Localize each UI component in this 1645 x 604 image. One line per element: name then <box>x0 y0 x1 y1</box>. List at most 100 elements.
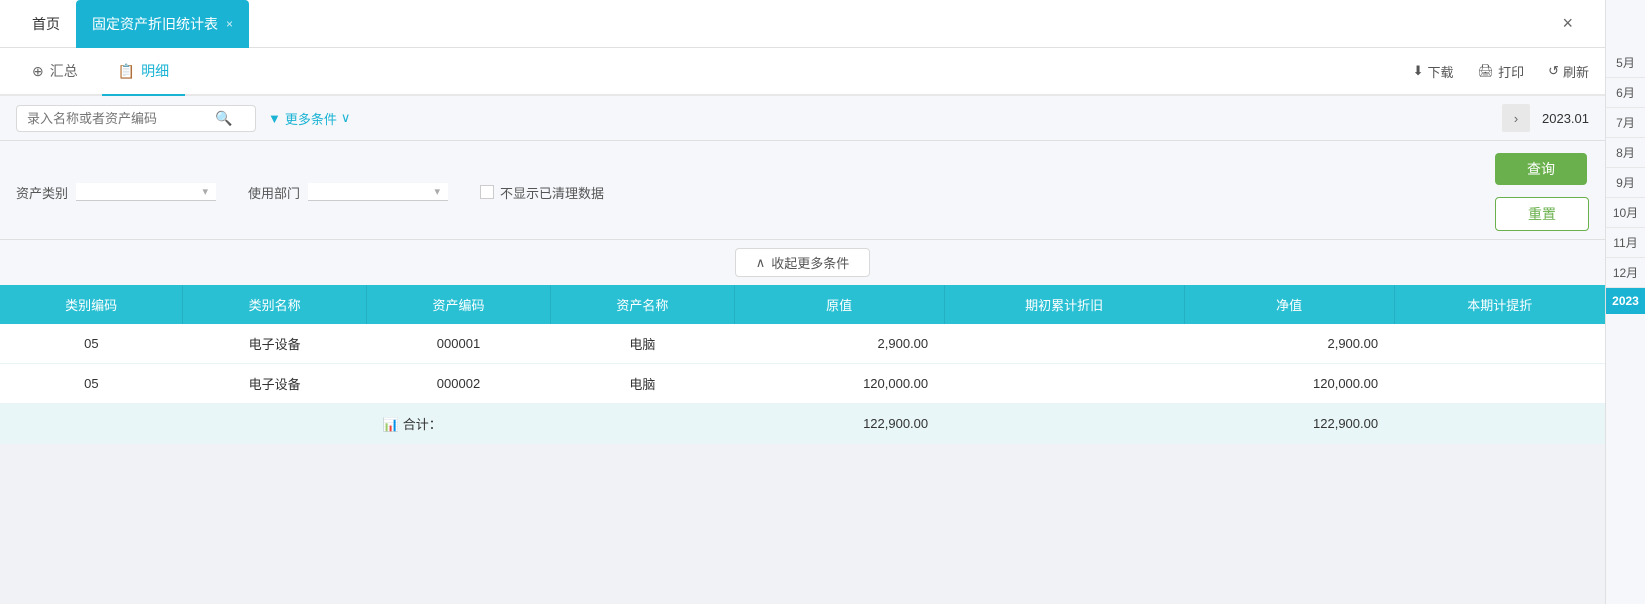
more-filter-button[interactable]: ▼ 更多条件 ∨ <box>268 109 350 128</box>
department-label: 使用部门 <box>248 183 300 202</box>
col-header-asset-code: 资产编码 <box>367 285 551 324</box>
total-row: 📊合计： 122,900.00 122,900.00 <box>0 404 1605 444</box>
category-filter: 资产类别 ▾ <box>16 183 216 202</box>
summary-icon: ⊕ <box>32 63 44 80</box>
tab-detail[interactable]: 📋 明细 <box>102 48 185 96</box>
active-tab[interactable]: 固定资产折旧统计表 × <box>76 0 249 48</box>
sidebar-month-item[interactable]: 8月 <box>1606 138 1645 168</box>
cell-current-period <box>1394 364 1605 404</box>
detail-icon: 📋 <box>118 63 135 80</box>
total-original-value: 122,900.00 <box>734 404 944 444</box>
filter-icon: ▼ <box>268 111 281 126</box>
download-button[interactable]: ⬇ 下载 <box>1413 62 1454 81</box>
sidebar-month-item[interactable]: 6月 <box>1606 78 1645 108</box>
col-header-current-period: 本期计提折 <box>1394 285 1605 324</box>
total-accumulated <box>944 404 1184 444</box>
right-sidebar: 5月6月7月8月9月10月11月12月 2023 <box>1605 0 1645 604</box>
hide-cleared-checkbox[interactable]: 不显示已清理数据 <box>480 183 604 202</box>
cell-original-value: 2,900.00 <box>734 324 944 364</box>
data-table: 类别编码 类别名称 资产编码 资产名称 原值 期初累计折旧 净值 本期计提折 0… <box>0 285 1605 444</box>
sidebar-month-item[interactable]: 9月 <box>1606 168 1645 198</box>
tabs-left: ⊕ 汇总 📋 明细 <box>16 48 185 94</box>
collapse-button[interactable]: ∧ 收起更多条件 <box>735 248 871 277</box>
chevron-down-icon: ∨ <box>341 110 351 126</box>
print-label: 打印 <box>1498 62 1524 81</box>
cell-net-value: 2,900.00 <box>1184 324 1394 364</box>
reset-button[interactable]: 重置 <box>1495 197 1589 231</box>
filter-row: 资产类别 ▾ 使用部门 ▾ 不显示已清理数据 查询 重置 <box>0 141 1605 240</box>
cell-original-value: 120,000.00 <box>734 364 944 404</box>
home-link[interactable]: 首页 <box>16 14 76 34</box>
refresh-button[interactable]: ↺ 刷新 <box>1548 62 1589 81</box>
window-close-button[interactable]: × <box>1546 13 1589 34</box>
table-row: 05 电子设备 000001 电脑 2,900.00 2,900.00 <box>0 324 1605 364</box>
cell-net-value: 120,000.00 <box>1184 364 1394 404</box>
tab-close-icon[interactable]: × <box>226 17 233 31</box>
top-nav: 首页 固定资产折旧统计表 × × <box>0 0 1605 48</box>
download-icon: ⬇ <box>1413 63 1424 79</box>
search-bar: 🔍 ▼ 更多条件 ∨ › 2023.01 <box>0 96 1605 141</box>
cell-current-period <box>1394 324 1605 364</box>
col-header-category-code: 类别编码 <box>0 285 183 324</box>
collapse-label: 收起更多条件 <box>771 253 849 272</box>
col-header-asset-name: 资产名称 <box>550 285 734 324</box>
total-net-value: 122,900.00 <box>1184 404 1394 444</box>
checkbox-icon <box>480 185 494 199</box>
department-filter: 使用部门 ▾ <box>248 183 448 202</box>
tab-detail-label: 明细 <box>141 61 169 81</box>
cell-asset-name: 电脑 <box>550 324 734 364</box>
sidebar-year[interactable]: 2023 <box>1606 288 1645 314</box>
checkbox-label: 不显示已清理数据 <box>500 183 604 202</box>
department-arrow-icon: ▾ <box>435 185 441 198</box>
more-filter-label: 更多条件 <box>285 109 337 128</box>
cell-accumulated <box>944 364 1184 404</box>
sidebar-month-item[interactable]: 10月 <box>1606 198 1645 228</box>
col-header-original-value: 原值 <box>734 285 944 324</box>
col-header-category-name: 类别名称 <box>183 285 367 324</box>
cell-asset-code: 000001 <box>367 324 551 364</box>
cell-category-name: 电子设备 <box>183 324 367 364</box>
toolbar-actions: ⬇ 下载 🖨 打印 ↺ 刷新 <box>1413 62 1589 81</box>
total-icon: 📊 <box>383 417 399 432</box>
col-header-net-value: 净值 <box>1184 285 1394 324</box>
cell-category-code: 05 <box>0 364 183 404</box>
collapse-icon: ∧ <box>756 255 766 271</box>
refresh-label: 刷新 <box>1563 62 1589 81</box>
total-empty-1 <box>0 404 183 444</box>
print-icon: 🖨 <box>1478 63 1495 79</box>
sidebar-month-item[interactable]: 12月 <box>1606 258 1645 288</box>
tab-label: 固定资产折旧统计表 <box>92 14 218 34</box>
print-button[interactable]: 🖨 打印 <box>1478 62 1525 81</box>
col-header-accumulated: 期初累计折旧 <box>944 285 1184 324</box>
cell-asset-code: 000002 <box>367 364 551 404</box>
table-header-row: 类别编码 类别名称 资产编码 资产名称 原值 期初累计折旧 净值 本期计提折 <box>0 285 1605 324</box>
sidebar-month-item[interactable]: 5月 <box>1606 48 1645 78</box>
date-label: 2023.01 <box>1542 111 1589 126</box>
right-arrow-icon: › <box>1514 111 1518 126</box>
cell-asset-name: 电脑 <box>550 364 734 404</box>
date-nav-button[interactable]: › <box>1502 104 1530 132</box>
tab-summary[interactable]: ⊕ 汇总 <box>16 48 94 96</box>
search-icon: 🔍 <box>215 110 232 127</box>
cell-category-code: 05 <box>0 324 183 364</box>
category-label: 资产类别 <box>16 183 68 202</box>
refresh-icon: ↺ <box>1548 63 1559 79</box>
category-arrow-icon: ▾ <box>202 185 208 198</box>
data-table-wrap: 类别编码 类别名称 资产编码 资产名称 原值 期初累计折旧 净值 本期计提折 0… <box>0 285 1605 444</box>
total-current-period <box>1394 404 1605 444</box>
department-select[interactable]: ▾ <box>308 183 448 201</box>
table-row: 05 电子设备 000002 电脑 120,000.00 120,000.00 <box>0 364 1605 404</box>
search-input[interactable] <box>27 111 207 126</box>
filter-buttons: 查询 重置 <box>1495 153 1589 231</box>
search-input-wrap[interactable]: 🔍 <box>16 105 256 132</box>
total-empty-2 <box>183 404 367 444</box>
sidebar-month-item[interactable]: 7月 <box>1606 108 1645 138</box>
sub-tabs-bar: ⊕ 汇总 📋 明细 ⬇ 下载 🖨 打印 ↺ 刷新 <box>0 48 1605 96</box>
category-select[interactable]: ▾ <box>76 183 216 201</box>
query-button[interactable]: 查询 <box>1495 153 1587 185</box>
collapse-row: ∧ 收起更多条件 <box>0 240 1605 285</box>
total-label: 📊合计： <box>367 404 735 444</box>
cell-accumulated <box>944 324 1184 364</box>
sidebar-month-item[interactable]: 11月 <box>1606 228 1645 258</box>
tab-summary-label: 汇总 <box>50 61 78 81</box>
